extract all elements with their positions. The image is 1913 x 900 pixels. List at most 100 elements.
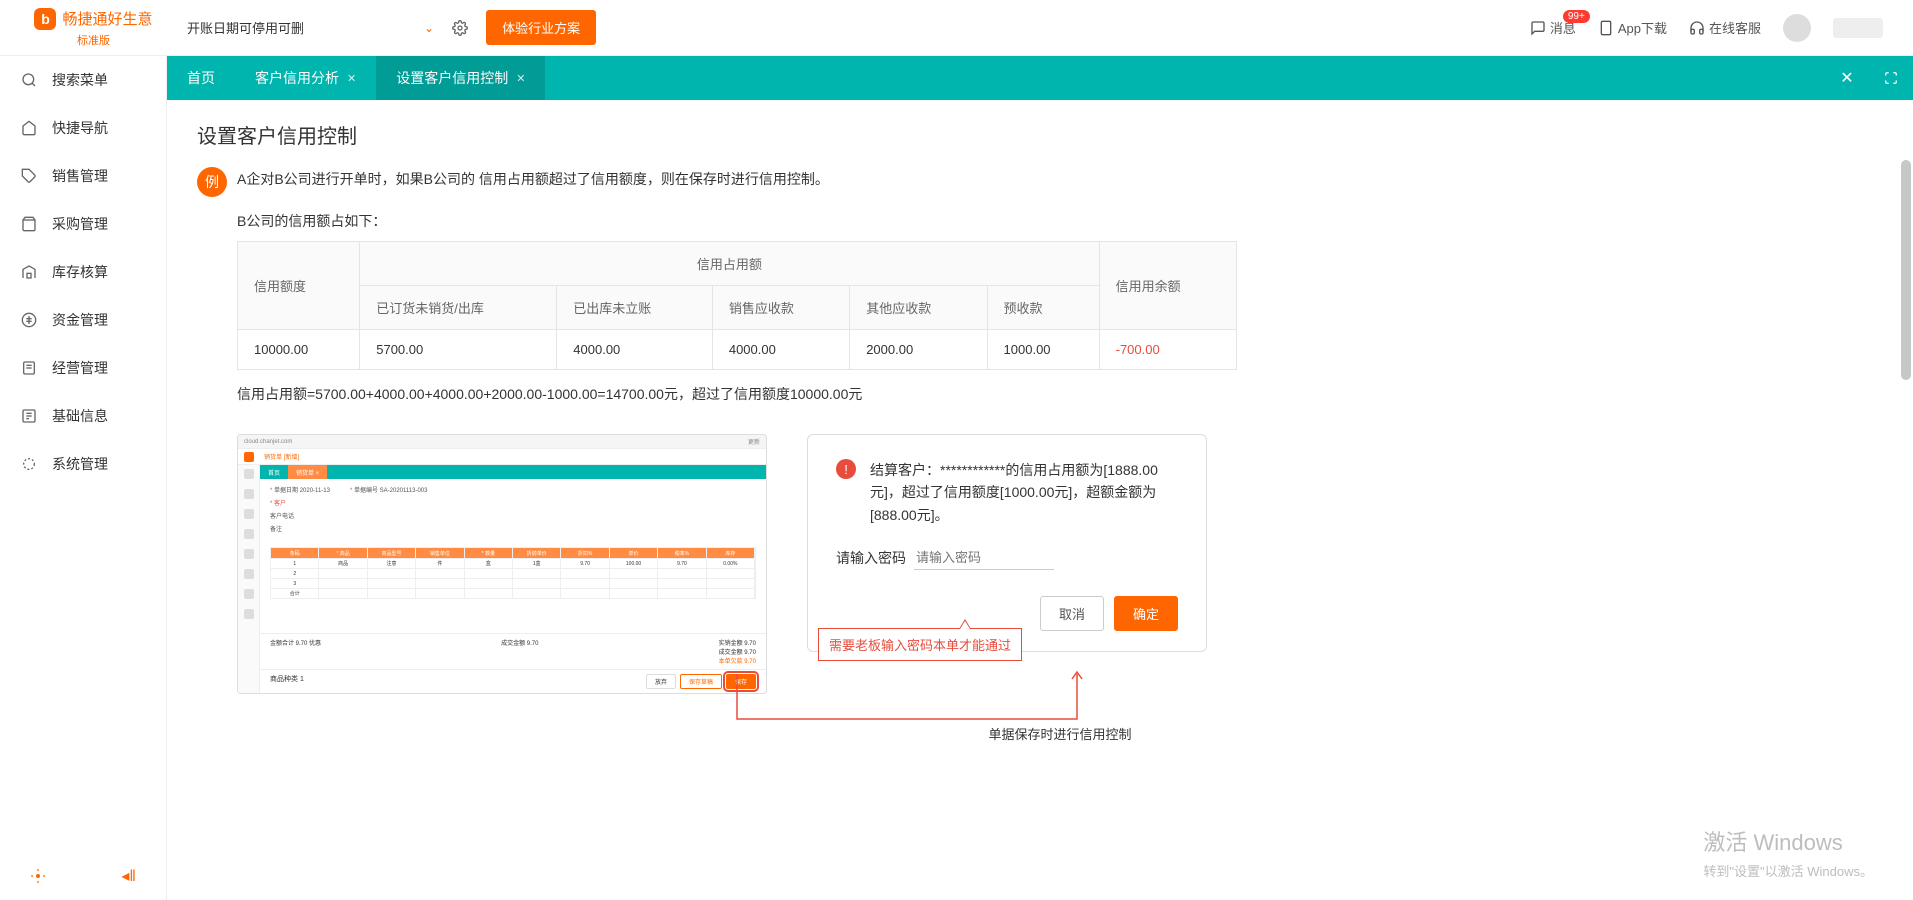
tab-credit-control[interactable]: 设置客户信用控制 ✕ (376, 56, 545, 100)
gear-icon[interactable] (452, 20, 468, 36)
sidebar-item-label: 系统管理 (52, 454, 108, 474)
mobile-icon (1598, 20, 1614, 36)
close-icon[interactable]: ✕ (347, 72, 356, 85)
messages-button[interactable]: 消息 99+ (1530, 18, 1576, 37)
logo-area: b 畅捷通好生意 标准版 (0, 8, 167, 48)
chevron-down-icon: ⌄ (424, 21, 434, 35)
home-icon (20, 119, 38, 137)
account-period-label: 开账日期可停用可删 (187, 18, 304, 37)
app-download-label: App下载 (1618, 18, 1667, 37)
credit-warning-dialog: ! 结算客户：************的信用占用额为[1888.00元]，超过了… (807, 434, 1207, 652)
tab-label: 首页 (187, 68, 215, 88)
sidebar-item-business[interactable]: 经营管理 (0, 344, 166, 392)
money-icon (20, 311, 38, 329)
connector-label: 单据保存时进行信用控制 (237, 724, 1883, 743)
mock-save-button: 保存 (726, 674, 756, 689)
td-other-recv: 2000.00 (850, 330, 987, 370)
td-quota: 10000.00 (238, 330, 360, 370)
th-prepay: 预收款 (987, 286, 1099, 330)
mock-logo-icon (244, 452, 254, 462)
mock-abandon-button: 放弃 (646, 674, 676, 689)
table-row: 10000.00 5700.00 4000.00 4000.00 2000.00… (238, 330, 1237, 370)
app-logo-icon: b (34, 8, 56, 30)
th-quota: 信用额度 (238, 242, 360, 330)
sidebar-item-system[interactable]: 系统管理 (0, 440, 166, 488)
sidebar: 搜索菜单 快捷导航 销售管理 采购管理 库存核算 资金管理 经营管理 基础信息 (0, 56, 167, 900)
scrollbar[interactable] (1901, 100, 1911, 900)
online-service-label: 在线客服 (1709, 18, 1761, 37)
cart-icon (20, 215, 38, 233)
messages-badge: 99+ (1563, 10, 1590, 23)
mock-title: 销货单 [新增] (264, 452, 299, 461)
close-all-tabs-icon[interactable]: ✕ (1825, 56, 1869, 100)
th-ordered: 已订货未销货/出库 (360, 286, 557, 330)
ok-button[interactable]: 确定 (1114, 596, 1178, 631)
mock-date-label: 单据日期 (274, 488, 298, 494)
td-sales-recv: 4000.00 (712, 330, 849, 370)
page-title: 设置客户信用控制 (197, 120, 1883, 149)
sidebar-item-label: 经营管理 (52, 358, 108, 378)
th-balance: 信用用余额 (1099, 242, 1236, 330)
mock-code: SA-20201113-003 (380, 488, 428, 494)
tab-credit-analysis[interactable]: 客户信用分析 ✕ (235, 56, 376, 100)
headset-icon (1689, 20, 1705, 36)
sidebar-item-funds[interactable]: 资金管理 (0, 296, 166, 344)
mock-date: 2020-11-13 (300, 488, 330, 494)
illustration-row: cloud.chanjet.com 更新 销货单 [新增] (237, 434, 1883, 694)
sidebar-item-basicinfo[interactable]: 基础信息 (0, 392, 166, 440)
sales-order-screenshot: cloud.chanjet.com 更新 销货单 [新增] (237, 434, 767, 694)
app-logo-text: 畅捷通好生意 (62, 8, 152, 29)
callout-text: 需要老板输入密码本单才能通过 (829, 638, 1011, 653)
sidebar-item-inventory[interactable]: 库存核算 (0, 248, 166, 296)
user-avatar[interactable] (1783, 14, 1811, 42)
close-icon[interactable]: ✕ (516, 72, 525, 85)
sidebar-item-label: 采购管理 (52, 214, 108, 234)
mock-code-label: 单据编号 (354, 488, 378, 494)
settings-icon (20, 455, 38, 473)
td-out: 4000.00 (557, 330, 713, 370)
online-service-button[interactable]: 在线客服 (1689, 18, 1761, 37)
th-other-recv: 其他应收款 (850, 286, 987, 330)
th-sales-recv: 销售应收款 (712, 286, 849, 330)
th-credit-used: 信用占用额 (360, 242, 1099, 286)
collapse-sidebar-icon[interactable]: ◂ǁ (121, 866, 136, 886)
td-prepay: 1000.00 (987, 330, 1099, 370)
top-header: b 畅捷通好生意 标准版 开账日期可停用可删 ⌄ 体验行业方案 消息 99+ A… (0, 0, 1913, 56)
sidebar-item-label: 快捷导航 (52, 118, 108, 138)
sidebar-item-label: 基础信息 (52, 406, 108, 426)
info-icon (20, 407, 38, 425)
clipboard-icon (20, 359, 38, 377)
tab-bar: 首页 客户信用分析 ✕ 设置客户信用控制 ✕ ✕ (167, 56, 1913, 100)
fullscreen-icon[interactable] (1869, 56, 1913, 100)
example-badge-icon: 例 (197, 167, 227, 197)
chat-icon (1530, 20, 1546, 36)
sidebar-item-purchase[interactable]: 采购管理 (0, 200, 166, 248)
warning-icon: ! (836, 459, 856, 479)
sidebar-item-search[interactable]: 搜索菜单 (0, 56, 166, 104)
mock-refresh: 更新 (748, 437, 760, 446)
scrollbar-thumb[interactable] (1901, 160, 1911, 380)
experience-industry-button[interactable]: 体验行业方案 (486, 10, 596, 45)
calculation-text: 信用占用额=5700.00+4000.00+4000.00+2000.00-10… (237, 384, 1883, 404)
user-name-placeholder[interactable] (1833, 18, 1883, 38)
sidebar-item-label: 搜索菜单 (52, 70, 108, 90)
app-download-button[interactable]: App下载 (1598, 18, 1667, 37)
password-input[interactable] (914, 546, 1054, 570)
account-period-dropdown[interactable]: 开账日期可停用可删 ⌄ (187, 18, 434, 37)
tab-label: 客户信用分析 (255, 68, 339, 88)
settings-gear-icon[interactable] (30, 868, 46, 884)
content-area: 设置客户信用控制 例 A企对B公司进行开单时，如果B公司的 信用占用额超过了信用… (167, 100, 1913, 900)
warehouse-icon (20, 263, 38, 281)
tab-label: 设置客户信用控制 (396, 68, 508, 88)
tab-home[interactable]: 首页 (167, 56, 235, 100)
sidebar-item-sales[interactable]: 销售管理 (0, 152, 166, 200)
app-edition-label: 标准版 (77, 32, 110, 48)
cancel-button[interactable]: 取消 (1040, 596, 1104, 631)
sidebar-item-label: 资金管理 (52, 310, 108, 330)
password-label: 请输入密码 (836, 548, 906, 568)
sidebar-item-quicknav[interactable]: 快捷导航 (0, 104, 166, 152)
mock-save-draft-button: 保存草稿 (680, 674, 722, 689)
example-description: A企对B公司进行开单时，如果B公司的 信用占用额超过了信用额度，则在保存时进行信… (237, 167, 829, 192)
dialog-message: 结算客户：************的信用占用额为[1888.00元]，超过了信用… (870, 459, 1178, 526)
password-hint-callout: 需要老板输入密码本单才能通过 (818, 628, 1022, 661)
